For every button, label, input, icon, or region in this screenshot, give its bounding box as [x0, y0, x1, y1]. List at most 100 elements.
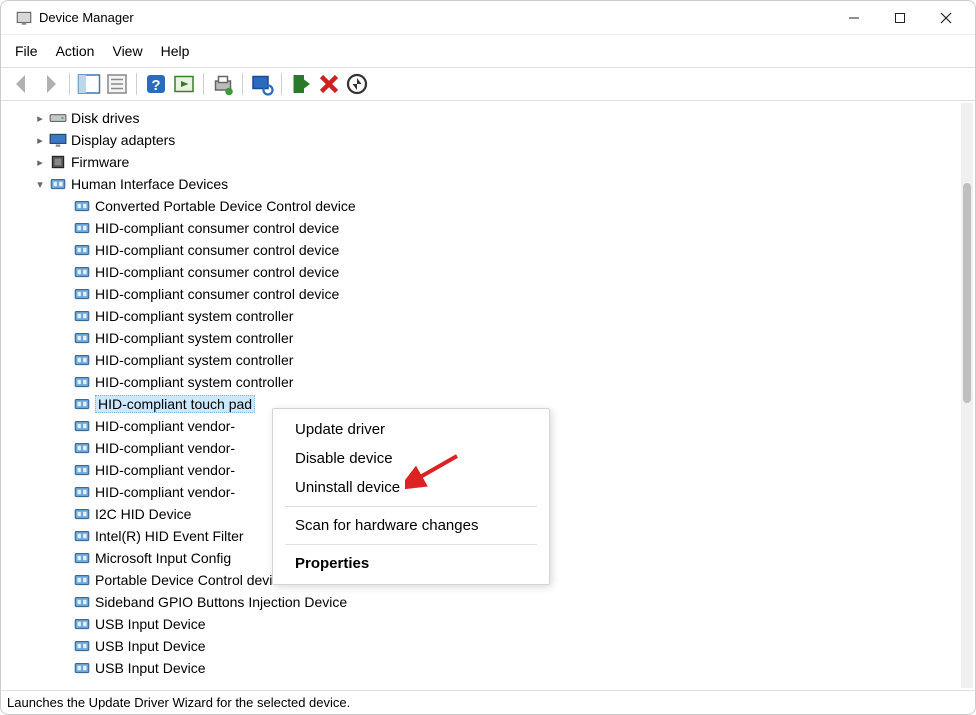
device-label: HID-compliant system controller	[95, 374, 293, 390]
close-button[interactable]	[923, 1, 969, 35]
device-label: Sideband GPIO Buttons Injection Device	[95, 594, 347, 610]
menubar: File Action View Help	[1, 35, 975, 67]
device-label: HID-compliant vendor-	[95, 440, 235, 456]
menu-file[interactable]: File	[15, 43, 38, 59]
statusbar: Launches the Update Driver Wizard for th…	[1, 690, 975, 714]
help-button[interactable]: ?	[143, 71, 169, 97]
device-icon	[73, 484, 91, 500]
context-update-driver[interactable]: Update driver	[273, 415, 549, 444]
context-separator	[285, 506, 537, 507]
tree-device-item[interactable]: HID-compliant system controller	[13, 327, 975, 349]
device-label: Portable Device Control device	[95, 572, 287, 588]
expand-toggle[interactable]: ▸	[31, 134, 49, 147]
category-icon	[49, 154, 67, 170]
device-icon	[73, 660, 91, 676]
tree-device-item[interactable]: USB Input Device	[13, 613, 975, 635]
device-label: HID-compliant system controller	[95, 352, 293, 368]
minimize-button[interactable]	[831, 1, 877, 35]
tree-device-item[interactable]: HID-compliant system controller	[13, 305, 975, 327]
maximize-button[interactable]	[877, 1, 923, 35]
device-tree[interactable]: ▸Disk drives▸Display adapters▸Firmware▾H…	[1, 101, 975, 690]
window-controls	[831, 1, 969, 35]
device-icon	[73, 352, 91, 368]
update-driver-button[interactable]	[344, 71, 370, 97]
window-title: Device Manager	[39, 10, 134, 25]
print-button[interactable]	[210, 71, 236, 97]
forward-button[interactable]	[37, 71, 63, 97]
toolbar-separator	[203, 73, 204, 95]
device-label: I2C HID Device	[95, 506, 191, 522]
context-properties[interactable]: Properties	[273, 549, 549, 578]
tree-device-item[interactable]: HID-compliant consumer control device	[13, 261, 975, 283]
device-icon	[73, 198, 91, 214]
tree-category[interactable]: ▸ Disk drives	[13, 107, 975, 129]
device-icon	[73, 396, 91, 412]
expand-toggle[interactable]: ▸	[31, 112, 49, 125]
device-label: Intel(R) HID Event Filter	[95, 528, 244, 544]
device-label: USB Input Device	[95, 660, 206, 676]
tree-device-item[interactable]: USB Input Device	[13, 657, 975, 679]
device-icon	[73, 242, 91, 258]
back-button[interactable]	[9, 71, 35, 97]
context-disable-device[interactable]: Disable device	[273, 444, 549, 473]
toolbar-separator	[242, 73, 243, 95]
context-scan-hardware[interactable]: Scan for hardware changes	[273, 511, 549, 540]
properties-button[interactable]	[104, 71, 130, 97]
toolbar-separator	[281, 73, 282, 95]
tree-device-item[interactable]: Converted Portable Device Control device	[13, 195, 975, 217]
device-icon	[73, 616, 91, 632]
device-icon	[73, 594, 91, 610]
category-icon	[49, 110, 67, 126]
toolbar-separator	[136, 73, 137, 95]
expand-toggle[interactable]: ▸	[31, 156, 49, 169]
menu-help[interactable]: Help	[161, 43, 190, 59]
tree-device-item[interactable]: Sideband GPIO Buttons Injection Device	[13, 591, 975, 613]
tree-device-item[interactable]: HID-compliant system controller	[13, 349, 975, 371]
toolbar-separator	[69, 73, 70, 95]
device-label: HID-compliant touch pad	[95, 395, 255, 413]
tree-device-item[interactable]: HID-compliant consumer control device	[13, 217, 975, 239]
scan-hardware-button[interactable]	[249, 71, 275, 97]
category-icon	[49, 132, 67, 148]
device-label: HID-compliant consumer control device	[95, 264, 339, 280]
context-menu: Update driver Disable device Uninstall d…	[272, 408, 550, 585]
category-label: Disk drives	[71, 110, 139, 126]
device-label: USB Input Device	[95, 616, 206, 632]
statusbar-text: Launches the Update Driver Wizard for th…	[7, 695, 350, 710]
menu-action[interactable]: Action	[56, 43, 95, 59]
device-icon	[73, 264, 91, 280]
device-label: HID-compliant system controller	[95, 330, 293, 346]
device-icon	[73, 330, 91, 346]
action-button[interactable]	[171, 71, 197, 97]
tree-category[interactable]: ▸Display adapters	[13, 129, 975, 151]
device-label: HID-compliant consumer control device	[95, 220, 339, 236]
device-label: Microsoft Input Config	[95, 550, 231, 566]
category-label: Firmware	[71, 154, 129, 170]
tree-device-item[interactable]: USB Input Device	[13, 635, 975, 657]
device-label: USB Input Device	[95, 638, 206, 654]
tree-device-item[interactable]: HID-compliant consumer control device	[13, 283, 975, 305]
device-icon	[73, 418, 91, 434]
device-label: Converted Portable Device Control device	[95, 198, 356, 214]
device-icon	[73, 440, 91, 456]
tree-device-item[interactable]: HID-compliant consumer control device	[13, 239, 975, 261]
app-icon	[15, 9, 33, 27]
expand-toggle[interactable]: ▾	[31, 178, 49, 191]
device-label: HID-compliant system controller	[95, 308, 293, 324]
tree-category[interactable]: ▾Human Interface Devices	[13, 173, 975, 195]
category-icon	[49, 176, 67, 192]
svg-text:?: ?	[151, 77, 160, 94]
device-icon	[73, 550, 91, 566]
enable-device-button[interactable]	[288, 71, 314, 97]
device-manager-window: Device Manager File Action View Help ? ▸	[0, 0, 976, 715]
device-tree-container: ▸Disk drives▸Display adapters▸Firmware▾H…	[1, 101, 975, 690]
show-hide-tree-button[interactable]	[76, 71, 102, 97]
disable-device-button[interactable]	[316, 71, 342, 97]
device-icon	[73, 220, 91, 236]
context-uninstall-device[interactable]: Uninstall device	[273, 473, 549, 502]
tree-device-item[interactable]: HID-compliant system controller	[13, 371, 975, 393]
scrollbar-thumb[interactable]	[963, 183, 971, 403]
menu-view[interactable]: View	[112, 43, 142, 59]
tree-category[interactable]: ▸ Firmware	[13, 151, 975, 173]
vertical-scrollbar[interactable]	[961, 103, 973, 688]
